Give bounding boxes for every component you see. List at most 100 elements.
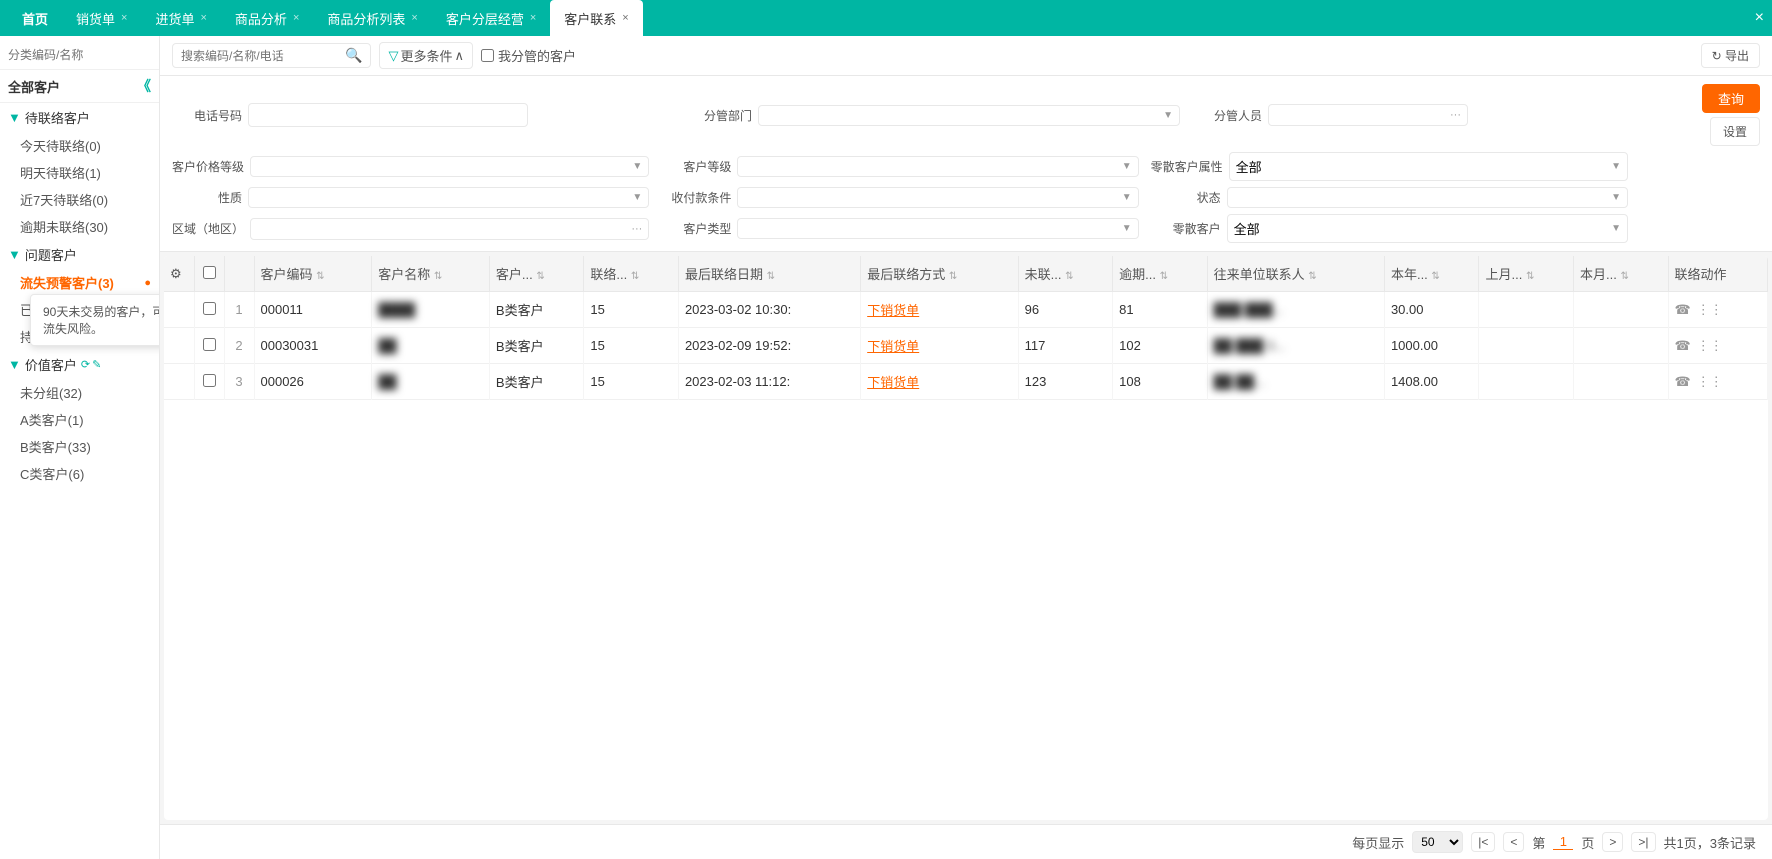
tab-sales[interactable]: 销货单 × [62,0,141,36]
group-value-edit-icon[interactable]: ✎ [92,358,101,371]
sidebar-item-class-c[interactable]: C类客户(6) [0,460,159,487]
query-button[interactable]: 查询 [1702,84,1760,113]
col-unit-contact[interactable]: 往来单位联系人 ⇅ [1207,256,1384,292]
action-more-icon[interactable]: ⋮⋮ [1697,338,1723,354]
col-action: 联络动作 [1668,256,1768,292]
row-checkbox[interactable] [194,292,224,328]
filter-pay-terms-select[interactable]: ▼ [737,187,1138,208]
sort-level-icon: ⇅ [536,271,544,282]
filter-customer-type-arrow: ▼ [1122,223,1132,234]
row-last-contact-method[interactable]: 下销货单 [861,364,1018,400]
sidebar-item-class-b[interactable]: B类客户(33) [0,433,159,460]
row-checkbox[interactable] [194,328,224,364]
my-customers-checkbox[interactable] [481,49,494,62]
col-last-contact-method[interactable]: 最后联络方式 ⇅ [861,256,1018,292]
tab-analysis[interactable]: 商品分析 × [221,0,313,36]
col-this-year[interactable]: 本年... ⇅ [1384,256,1479,292]
filter-person-select[interactable]: ··· [1268,104,1468,126]
gear-settings-icon[interactable]: ⚙ [170,266,182,281]
sort-overdue-icon: ⇅ [1160,271,1168,282]
filter-status-select[interactable]: ▼ [1227,187,1628,208]
sidebar-search-input[interactable] [8,48,160,62]
search-input-wrapper: 🔍 [172,43,371,68]
export-button[interactable]: ↻ 导出 [1701,43,1760,68]
action-contact-icon[interactable]: ☎ [1675,302,1691,318]
filter-customer-level-select[interactable]: ▼ [737,156,1138,177]
sidebar-group-value[interactable]: ▼ 价值客户 ⟳ ✎ [0,350,159,379]
filter-region-more[interactable]: ··· [631,223,642,235]
close-tab-purchase[interactable]: × [200,12,206,24]
tab-home[interactable]: 首页 [8,0,62,36]
col-this-month[interactable]: 本月... ⇅ [1573,256,1668,292]
sidebar-item-churn-warning[interactable]: 流失预警客户(3) ● [0,269,159,296]
last-page-btn[interactable]: >| [1631,832,1655,852]
close-all-tabs[interactable]: × [1755,9,1764,27]
row-checkbox[interactable] [194,364,224,400]
current-page[interactable]: 1 [1553,834,1573,850]
action-more-icon[interactable]: ⋮⋮ [1697,374,1723,390]
select-all-checkbox[interactable] [203,266,216,279]
close-tab-analysis[interactable]: × [293,12,299,24]
col-not-contact[interactable]: 未联... ⇅ [1018,256,1113,292]
row-last-contact-method[interactable]: 下销货单 [861,328,1018,364]
filter-dept-select[interactable]: ▼ [758,105,1180,126]
col-overdue[interactable]: 逾期... ⇅ [1113,256,1208,292]
tab-customer-segment[interactable]: 客户分层经营 × [432,0,550,36]
close-tab-analysis-list[interactable]: × [411,12,417,24]
row-last-contact-date: 2023-02-09 19:52: [678,328,860,364]
col-code[interactable]: 客户编码 ⇅ [254,256,372,292]
tab-customer-contact[interactable]: 客户联系 × [550,0,642,36]
filter-dept-label: 分管部门 [682,107,752,124]
filter-region-select[interactable]: ··· [250,218,649,240]
row-last-contact-date: 2023-03-02 10:30: [678,292,860,328]
row-this-year: 1408.00 [1384,364,1479,400]
row-contact: 15 [584,292,679,328]
col-level[interactable]: 客户... ⇅ [489,256,584,292]
close-tab-customer-segment[interactable]: × [530,12,536,24]
col-last-contact-date[interactable]: 最后联络日期 ⇅ [678,256,860,292]
sidebar-collapse-icon[interactable]: 《 [137,76,151,96]
sidebar-item-ungrouped[interactable]: 未分组(32) [0,379,159,406]
sort-contact-icon: ⇅ [631,271,639,282]
col-contact[interactable]: 联络... ⇅ [584,256,679,292]
action-contact-icon[interactable]: ☎ [1675,374,1691,390]
table-row: 1 000011 ████ B类客户 15 2023-03-02 10:30: … [164,292,1768,328]
sidebar-item-7days[interactable]: 近7天待联络(0) [0,186,159,213]
filter-zero-attr-select[interactable]: 全部 ▼ [1229,152,1628,181]
filter-zero-customer-select[interactable]: 全部 ▼ [1227,214,1628,243]
filter-price-level-select[interactable]: ▼ [250,156,649,177]
filter-person-more[interactable]: ··· [1450,109,1461,121]
filter-dept-arrow: ▼ [1163,110,1173,121]
filter-phone-input[interactable] [248,103,528,127]
action-more-icon[interactable]: ⋮⋮ [1697,302,1723,318]
page-size-select[interactable]: 20 50 100 [1412,831,1463,853]
sidebar-item-class-a[interactable]: A类客户(1) [0,406,159,433]
col-last-month[interactable]: 上月... ⇅ [1479,256,1574,292]
filter-person: 分管人员 ··· [1192,104,1690,126]
prev-page-btn[interactable]: < [1503,832,1524,852]
filter-customer-type-select[interactable]: ▼ [737,218,1138,239]
col-name[interactable]: 客户名称 ⇅ [372,256,490,292]
next-page-btn[interactable]: > [1602,832,1623,852]
sidebar-group-problem[interactable]: ▼ 问题客户 [0,240,159,269]
filter-zero-customer-label: 零散客户 [1151,220,1221,237]
filter-nature-select[interactable]: ▼ [248,187,649,208]
close-tab-customer-contact[interactable]: × [622,12,628,24]
settings-button[interactable]: 设置 [1710,117,1760,146]
table-row: 3 000026 ██ B类客户 15 2023-02-03 11:12: 下销… [164,364,1768,400]
tab-analysis-list[interactable]: 商品分析列表 × [313,0,431,36]
first-page-btn[interactable]: |< [1471,832,1495,852]
row-last-contact-method[interactable]: 下销货单 [861,292,1018,328]
sidebar-group-contact[interactable]: ▼ 待联络客户 [0,103,159,132]
more-conditions-btn[interactable]: ▽ 更多条件 ∧ [379,42,473,69]
close-tab-sales[interactable]: × [121,12,127,24]
sidebar-item-tomorrow[interactable]: 明天待联络(1) [0,159,159,186]
search-input[interactable] [181,49,341,63]
action-contact-icon[interactable]: ☎ [1675,338,1691,354]
sidebar-item-today[interactable]: 今天待联络(0) [0,132,159,159]
tab-purchase[interactable]: 进货单 × [141,0,220,36]
sidebar-all-customers[interactable]: 全部客户 《 [0,70,159,103]
sidebar-item-overdue[interactable]: 逾期未联络(30) [0,213,159,240]
group-value-refresh-icon[interactable]: ⟳ [81,358,90,371]
search-input-icon[interactable]: 🔍 [345,47,362,64]
